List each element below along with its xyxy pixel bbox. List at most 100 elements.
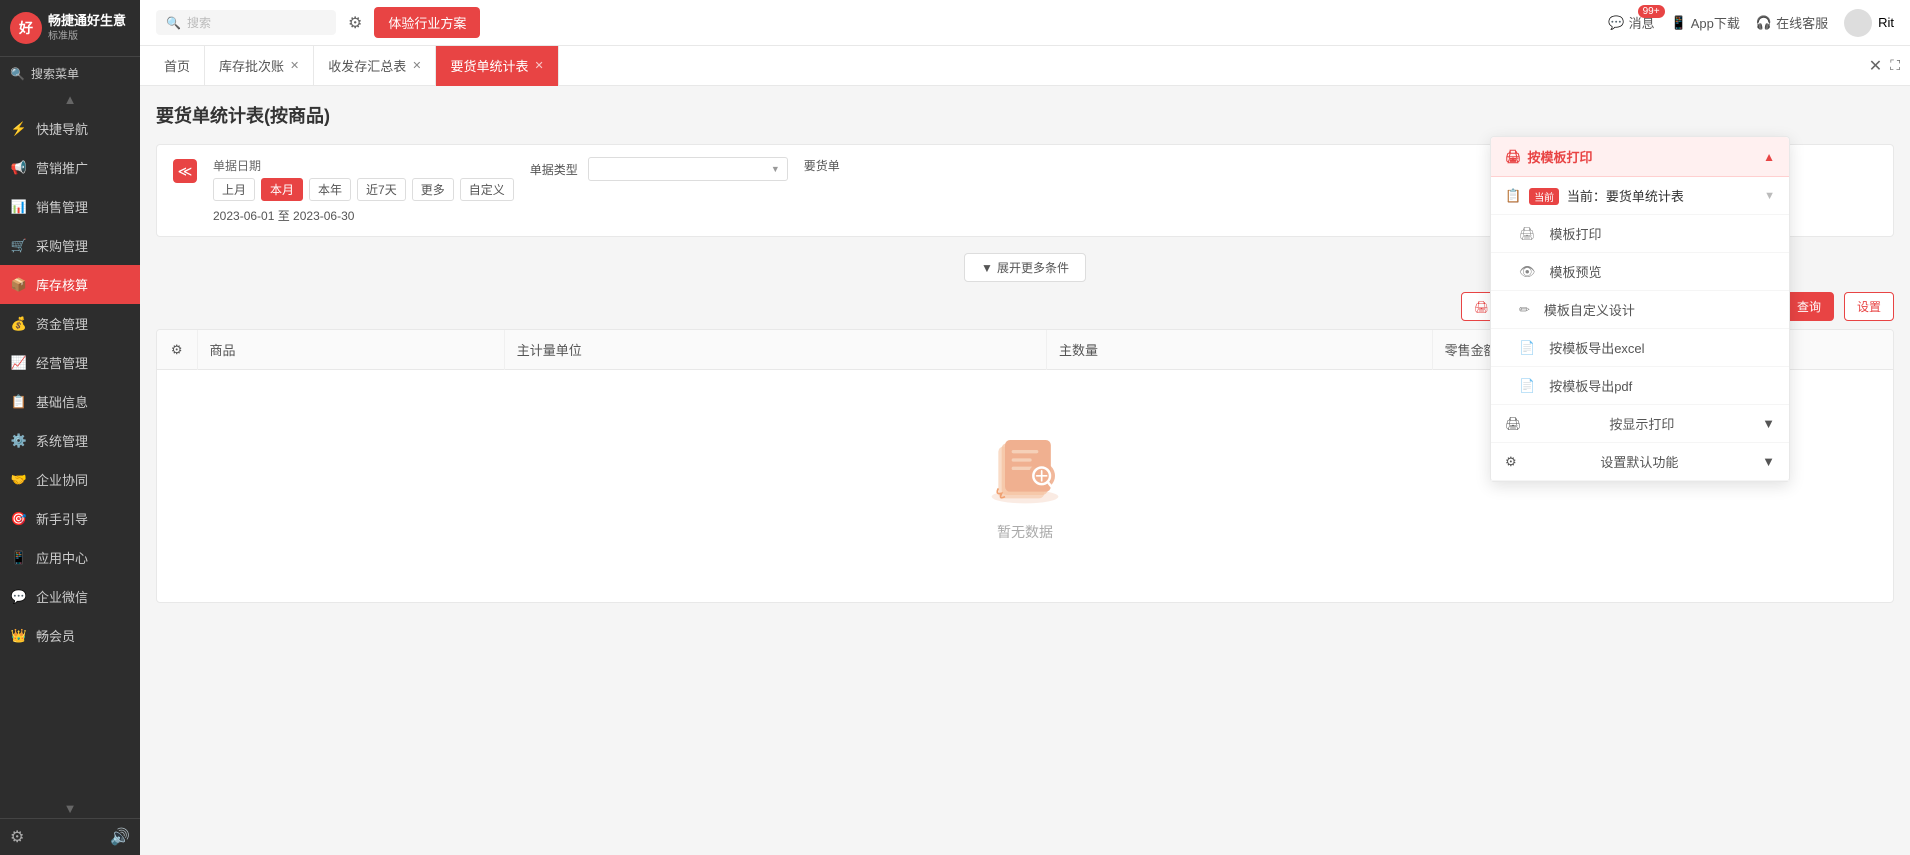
search-label: 搜索菜单 bbox=[31, 65, 79, 82]
dropdown-export-excel[interactable]: 📄 按模板导出excel bbox=[1491, 329, 1789, 367]
app-download-btn[interactable]: 📱 App下载 bbox=[1671, 13, 1740, 32]
dropdown-display-print[interactable]: 🖨 按显示打印 ▼ bbox=[1491, 405, 1789, 443]
tab-inventory-batch-close[interactable]: ✕ bbox=[290, 59, 299, 72]
tab-requisition-stats[interactable]: 要货单统计表 ✕ bbox=[436, 46, 558, 86]
print-dropdown-menu: 🖨 按模板打印 ▲ 📋 当前 当前：要货单统计表 ▼ 🖨 模板打印 bbox=[1490, 136, 1790, 482]
date-range-display: 2023-06-01 至 2023-06-30 bbox=[213, 207, 514, 224]
filter-expand-btn[interactable]: ≪ bbox=[173, 159, 197, 183]
tab-maximize-area: ✕ ⛶ bbox=[1859, 56, 1900, 76]
sidebar-item-label: 采购管理 bbox=[36, 236, 88, 255]
logo-text: 畅捷通好生意 标准版 bbox=[48, 13, 126, 43]
messages-badge: 99+ bbox=[1638, 5, 1665, 18]
footer-audio-icon[interactable]: 🔊 bbox=[110, 827, 130, 847]
settings-btn[interactable]: 设置 bbox=[1844, 292, 1894, 321]
dropdown-export-pdf[interactable]: 📄 按模板导出pdf bbox=[1491, 367, 1789, 405]
system-icon: ⚙️ bbox=[10, 432, 28, 450]
purchase-icon: 🛒 bbox=[10, 237, 28, 255]
sidebar-item-guide[interactable]: 🎯 新手引导 bbox=[0, 499, 140, 538]
sidebar-item-wechat[interactable]: 💬 企业微信 bbox=[0, 577, 140, 616]
print-icon: 🖨 bbox=[1474, 300, 1489, 314]
dropdown-print-icon: 🖨 bbox=[1505, 149, 1522, 165]
dropdown-set-default[interactable]: ⚙ 设置默认功能 ▼ bbox=[1491, 443, 1789, 481]
topbar-gear-icon[interactable]: ⚙ bbox=[348, 13, 362, 33]
topbar: 🔍 搜索 ⚙ 体验行业方案 💬 消息 99+ 📱 App下载 🎧 在线客服 Ri… bbox=[140, 0, 1910, 46]
dropdown-current-template[interactable]: 📋 当前 当前：要货单统计表 ▼ bbox=[1491, 177, 1789, 215]
sidebar-search[interactable]: 🔍 搜索菜单 bbox=[0, 57, 140, 90]
topbar-search-placeholder: 搜索 bbox=[187, 14, 211, 31]
tab-requisition-stats-close[interactable]: ✕ bbox=[535, 59, 544, 72]
date-more[interactable]: 更多 bbox=[412, 178, 454, 201]
scroll-down-btn[interactable]: ▼ bbox=[0, 799, 140, 818]
dropdown-title: 🖨 按模板打印 bbox=[1505, 147, 1593, 166]
sidebar-item-purchase[interactable]: 🛒 采购管理 bbox=[0, 226, 140, 265]
current-template-name: 当前：要货单统计表 bbox=[1567, 189, 1684, 204]
sidebar-nav: ⚡ 快捷导航 📢 营销推广 📊 销售管理 🛒 采购管理 📦 库存核算 💰 资金管… bbox=[0, 109, 140, 799]
date-custom[interactable]: 自定义 bbox=[460, 178, 514, 201]
topbar-search-icon: 🔍 bbox=[166, 16, 181, 30]
main-content: 🔍 搜索 ⚙ 体验行业方案 💬 消息 99+ 📱 App下载 🎧 在线客服 Ri… bbox=[140, 0, 1910, 855]
sidebar-item-finance[interactable]: 💰 资金管理 bbox=[0, 304, 140, 343]
template-preview-icon: 👁 bbox=[1519, 264, 1536, 280]
wechat-icon: 💬 bbox=[10, 588, 28, 606]
sidebar-item-inventory[interactable]: 📦 库存核算 bbox=[0, 265, 140, 304]
dropdown-template-custom[interactable]: ✏ 模板自定义设计 bbox=[1491, 291, 1789, 329]
dropdown-template-print[interactable]: 🖨 模板打印 bbox=[1491, 215, 1789, 253]
logo-title: 畅捷通好生意 bbox=[48, 13, 126, 30]
sidebar-footer: ⚙ 🔊 bbox=[0, 818, 140, 855]
dropdown-collapse-btn[interactable]: ▲ bbox=[1763, 150, 1775, 164]
maximize-icon[interactable]: ⛶ bbox=[1890, 57, 1900, 74]
footer-settings-icon[interactable]: ⚙ bbox=[10, 827, 24, 847]
dropdown-template-preview[interactable]: 👁 模板预览 bbox=[1491, 253, 1789, 291]
sidebar-item-marketing[interactable]: 📢 营销推广 bbox=[0, 148, 140, 187]
template-print-icon: 🖨 bbox=[1519, 226, 1536, 242]
sidebar-item-label: 企业微信 bbox=[36, 587, 88, 606]
search-icon: 🔍 bbox=[10, 67, 25, 81]
tab-inventory-batch-label: 库存批次账 bbox=[219, 56, 284, 75]
marketing-icon: 📢 bbox=[10, 159, 28, 177]
date-current-year[interactable]: 本年 bbox=[309, 178, 351, 201]
scroll-up-btn[interactable]: ▲ bbox=[0, 90, 140, 109]
user-avatar[interactable]: Rit bbox=[1844, 9, 1894, 37]
sidebar-item-basic-info[interactable]: 📋 基础信息 bbox=[0, 382, 140, 421]
app-download-icon: 📱 bbox=[1671, 15, 1687, 31]
tab-home-label: 首页 bbox=[164, 56, 190, 75]
expand-more-label: 展开更多条件 bbox=[997, 259, 1069, 276]
close-window-icon[interactable]: ✕ bbox=[1869, 56, 1882, 76]
app-download-label: App下载 bbox=[1691, 13, 1740, 32]
expand-more-btn[interactable]: ▼ 展开更多条件 bbox=[964, 253, 1086, 282]
quick-nav-icon: ⚡ bbox=[10, 120, 28, 138]
member-icon: 👑 bbox=[10, 627, 28, 645]
sidebar-item-app-center[interactable]: 📱 应用中心 bbox=[0, 538, 140, 577]
sidebar-item-label: 系统管理 bbox=[36, 431, 88, 450]
col-unit: 主计量单位 bbox=[504, 330, 1046, 370]
sidebar-item-member[interactable]: 👑 畅会员 bbox=[0, 616, 140, 655]
order-type-select-wrap[interactable] bbox=[588, 157, 788, 181]
sidebar-item-sales[interactable]: 📊 销售管理 bbox=[0, 187, 140, 226]
col-settings[interactable]: ⚙ bbox=[157, 330, 197, 370]
tab-inventory-batch[interactable]: 库存批次账 ✕ bbox=[205, 46, 314, 86]
query-btn[interactable]: 查询 bbox=[1784, 292, 1834, 321]
date-current-month[interactable]: 本月 bbox=[261, 178, 303, 201]
tab-receipt-summary[interactable]: 收发存汇总表 ✕ bbox=[314, 46, 436, 86]
date-prev-month[interactable]: 上月 bbox=[213, 178, 255, 201]
order-type-select[interactable] bbox=[588, 157, 788, 181]
online-service-btn[interactable]: 🎧 在线客服 bbox=[1756, 13, 1828, 32]
sidebar-item-system[interactable]: ⚙️ 系统管理 bbox=[0, 421, 140, 460]
sidebar-item-quick-nav[interactable]: ⚡ 快捷导航 bbox=[0, 109, 140, 148]
date-last-7-days[interactable]: 近7天 bbox=[357, 178, 406, 201]
sidebar-item-label: 畅会员 bbox=[36, 626, 75, 645]
template-preview-label: 模板预览 bbox=[1550, 262, 1775, 281]
tab-home[interactable]: 首页 bbox=[150, 46, 205, 86]
topbar-search[interactable]: 🔍 搜索 bbox=[156, 10, 336, 35]
expand-more-icon: ▼ bbox=[981, 261, 993, 275]
industry-btn[interactable]: 体验行业方案 bbox=[374, 7, 480, 38]
sidebar-item-label: 经营管理 bbox=[36, 353, 88, 372]
sidebar-item-operation[interactable]: 📈 经营管理 bbox=[0, 343, 140, 382]
sidebar-item-collab[interactable]: 🤝 企业协同 bbox=[0, 460, 140, 499]
sidebar: 好 畅捷通好生意 标准版 🔍 搜索菜单 ▲ ⚡ 快捷导航 📢 营销推广 📊 销售… bbox=[0, 0, 140, 855]
messages-btn[interactable]: 💬 消息 99+ bbox=[1608, 13, 1654, 32]
tab-receipt-summary-close[interactable]: ✕ bbox=[412, 59, 421, 72]
app-center-icon: 📱 bbox=[10, 549, 28, 567]
page-title: 要货单统计表(按商品) bbox=[156, 102, 1894, 128]
export-excel-icon: 📄 bbox=[1519, 340, 1535, 356]
